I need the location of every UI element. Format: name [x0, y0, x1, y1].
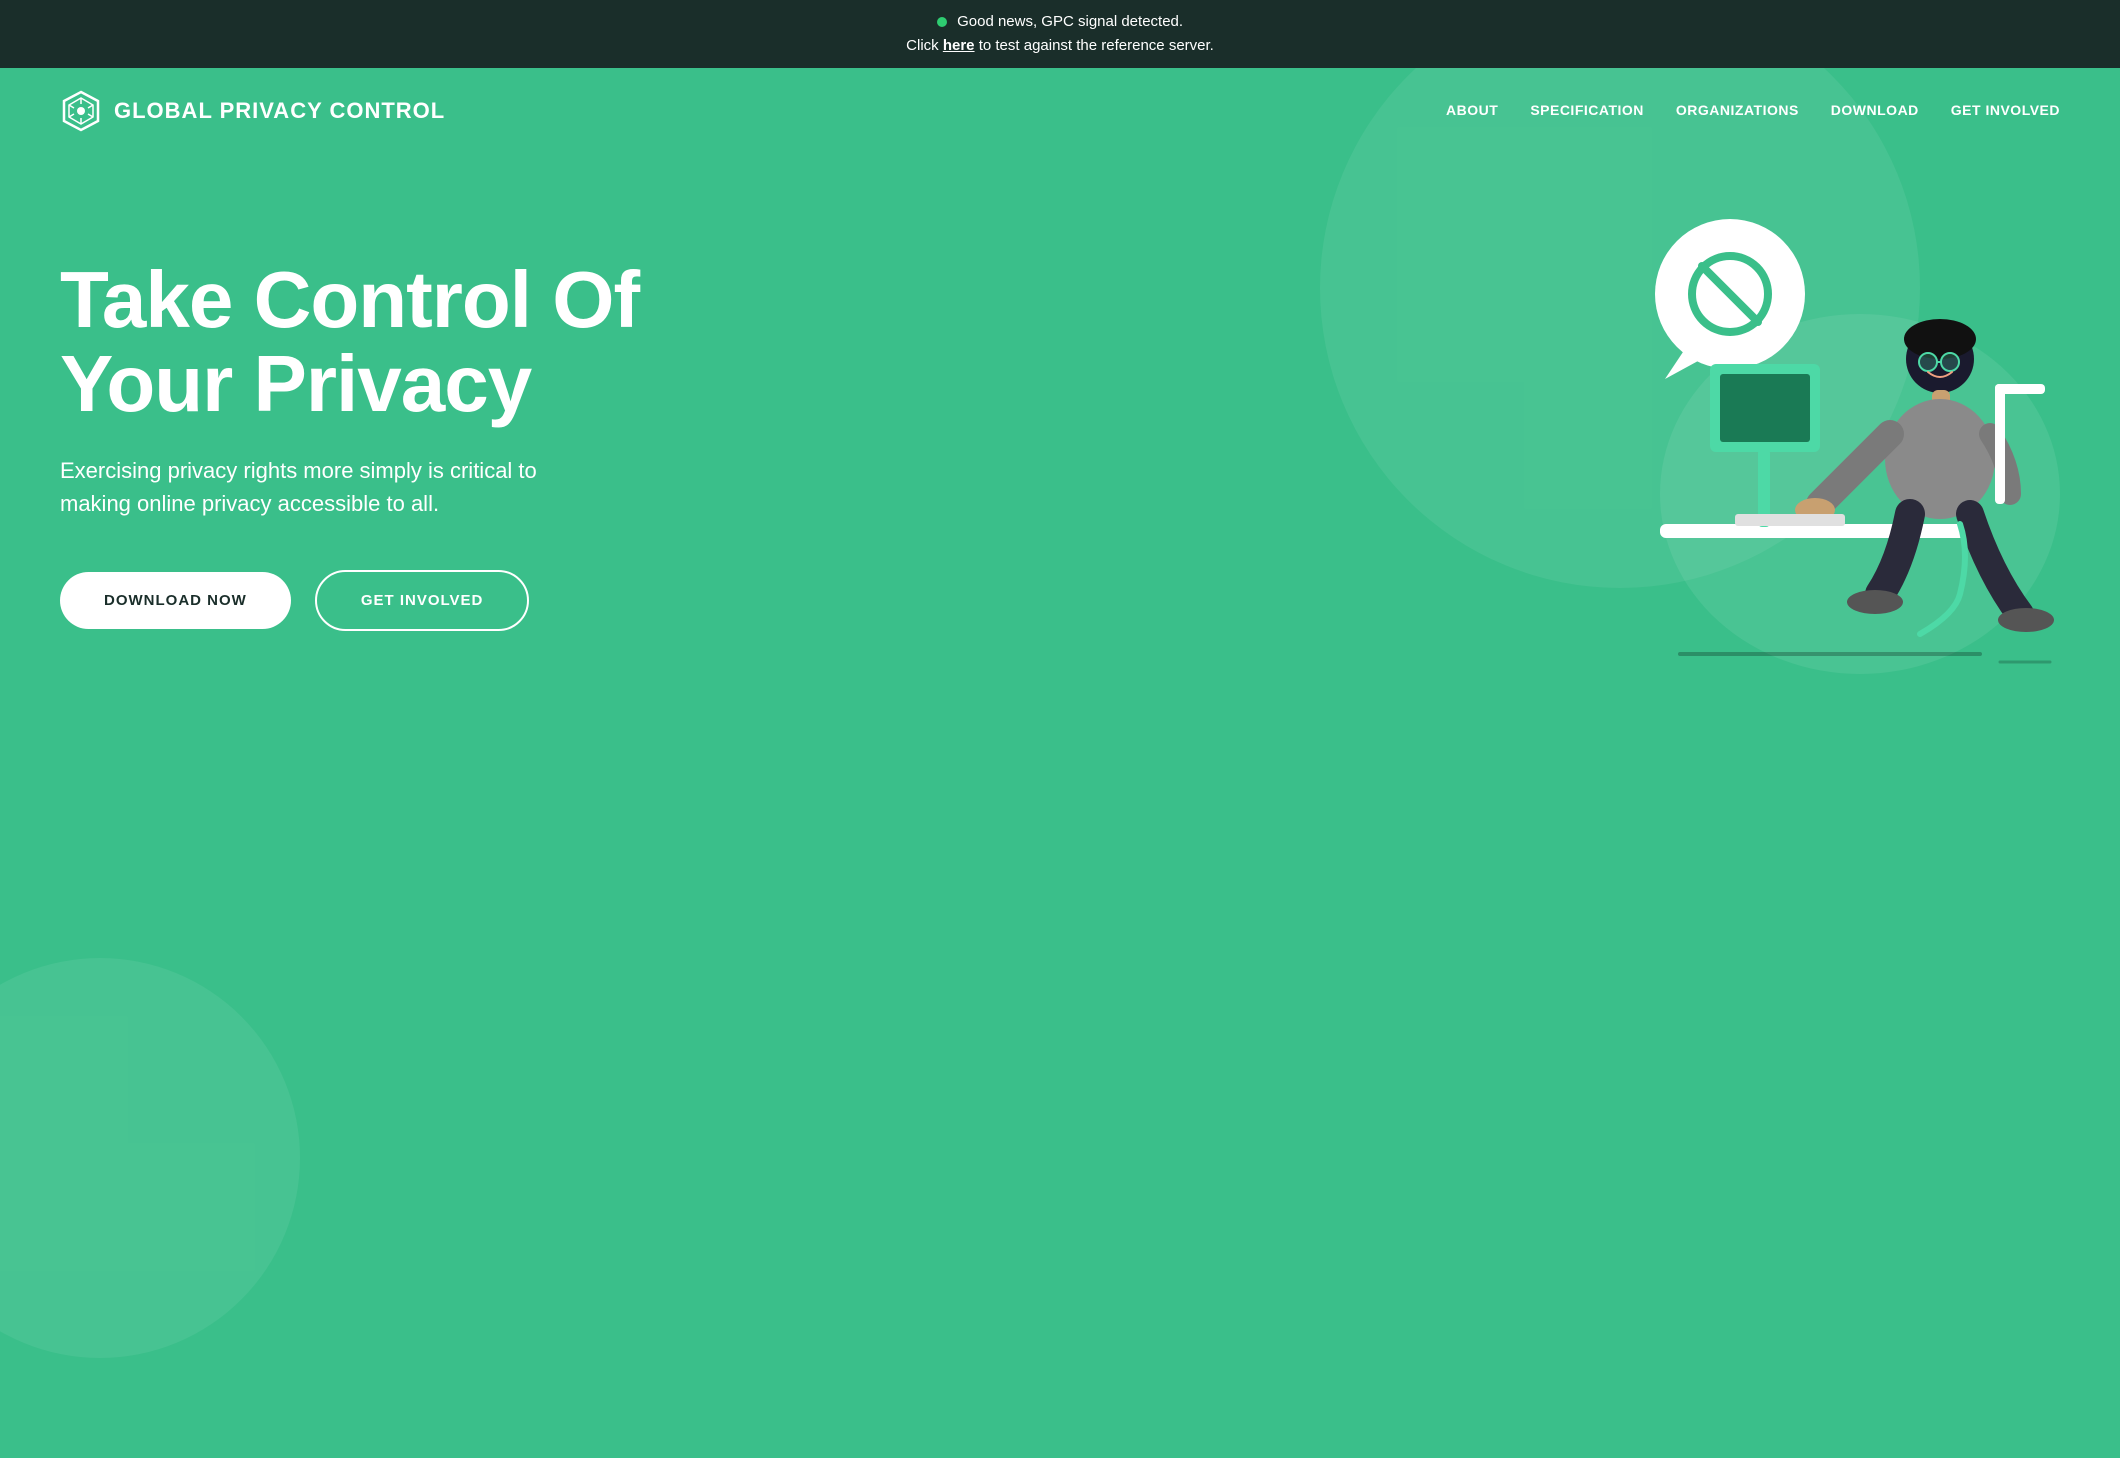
nav-item-specification[interactable]: SPECIFICATION [1530, 102, 1644, 120]
nav-link-get-involved[interactable]: GET INVOLVED [1951, 102, 2060, 118]
nav-link-download[interactable]: DOWNLOAD [1831, 102, 1919, 118]
navbar: GLOBAL PRIVACY CONTROL ABOUT SPECIFICATI… [0, 68, 2120, 154]
logo-text: GLOBAL PRIVACY CONTROL [114, 98, 445, 124]
nav-link-about[interactable]: ABOUT [1446, 102, 1498, 118]
download-now-button[interactable]: DOWNLOAD NOW [60, 572, 291, 629]
hero-svg-illustration [1580, 194, 2060, 694]
get-involved-button[interactable]: GET INVOLVED [315, 570, 530, 631]
nav-item-organizations[interactable]: ORGANIZATIONS [1676, 102, 1799, 120]
status-dot [937, 17, 947, 27]
nav-links: ABOUT SPECIFICATION ORGANIZATIONS DOWNLO… [1446, 102, 2060, 120]
nav-item-about[interactable]: ABOUT [1446, 102, 1498, 120]
nav-link-organizations[interactable]: ORGANIZATIONS [1676, 102, 1799, 118]
nav-link-specification[interactable]: SPECIFICATION [1530, 102, 1644, 118]
hero-text: Take Control Of Your Privacy Exercising … [60, 258, 680, 631]
hero-headline: Take Control Of Your Privacy [60, 258, 680, 426]
announcement-text-suffix: to test against the reference server. [975, 37, 1214, 54]
hero-section: GLOBAL PRIVACY CONTROL ABOUT SPECIFICATI… [0, 68, 2120, 1458]
logo-area[interactable]: GLOBAL PRIVACY CONTROL [60, 90, 445, 132]
hero-buttons: DOWNLOAD NOW GET INVOLVED [60, 570, 680, 631]
announcement-link[interactable]: here [943, 37, 975, 54]
hero-content: Take Control Of Your Privacy Exercising … [0, 154, 2120, 754]
nav-item-download[interactable]: DOWNLOAD [1831, 102, 1919, 120]
announcement-bar: Good news, GPC signal detected. Click he… [0, 0, 2120, 68]
announcement-text-line1: Good news, GPC signal detected. [957, 13, 1183, 30]
hero-illustration [1580, 194, 2060, 694]
logo-icon [60, 90, 102, 132]
nav-item-get-involved[interactable]: GET INVOLVED [1951, 102, 2060, 120]
announcement-text-prefix: Click [906, 37, 943, 54]
hero-subtext: Exercising privacy rights more simply is… [60, 454, 600, 520]
